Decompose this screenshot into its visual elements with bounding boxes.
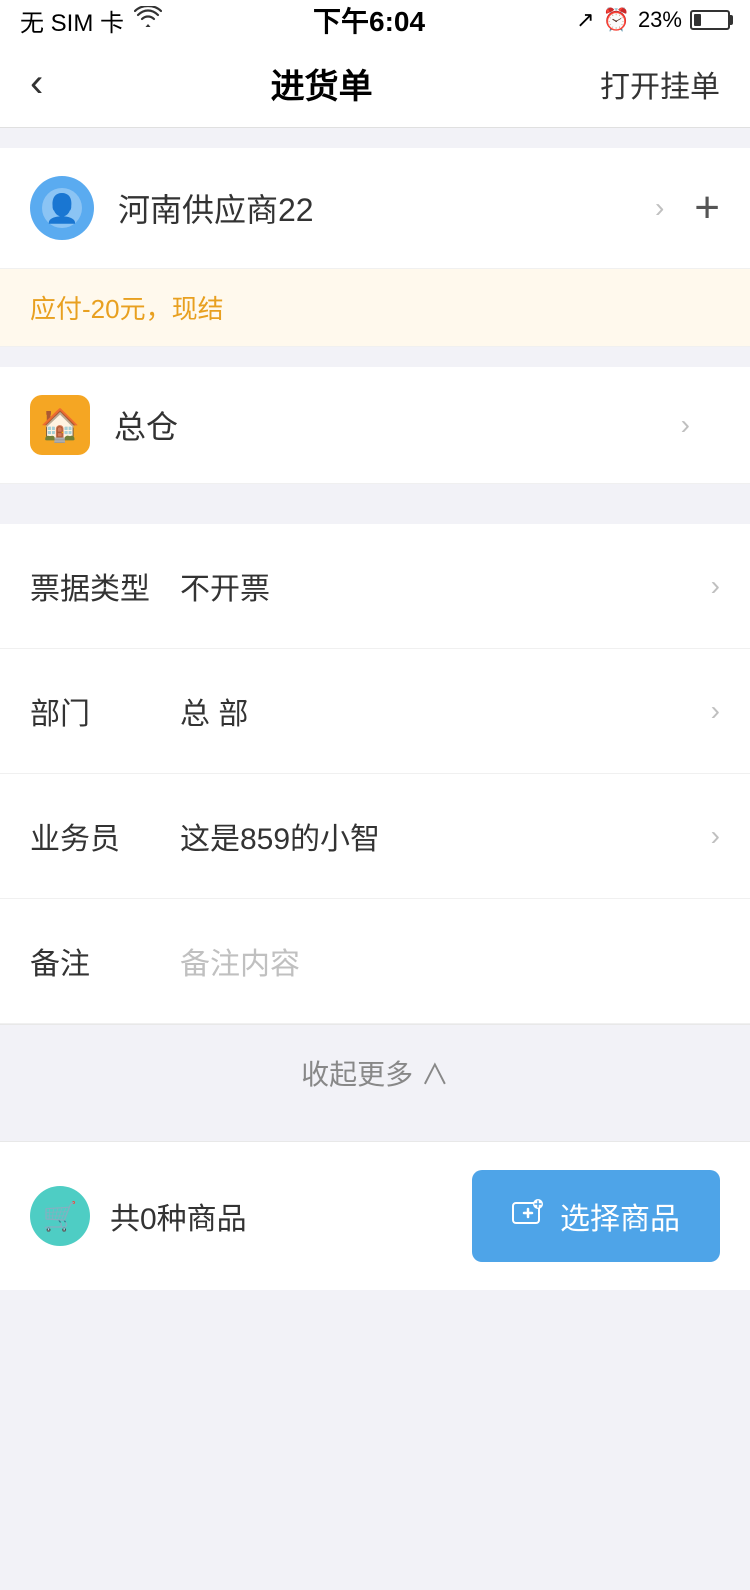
warehouse-section: 🏠 总仓 › — [0, 367, 750, 484]
department-chevron-icon: › — [711, 695, 720, 727]
salesperson-value: 这是859的小智 — [150, 814, 711, 858]
back-button[interactable]: ‹ — [30, 61, 43, 106]
invoice-type-row[interactable]: 票据类型 不开票 › — [0, 524, 750, 649]
open-pending-button[interactable]: 打开挂单 — [600, 62, 720, 106]
wifi-icon — [134, 6, 162, 35]
battery-percent: 23% — [638, 7, 682, 33]
remark-row[interactable]: 备注 备注内容 — [0, 899, 750, 1024]
warehouse-name: 总仓 — [114, 402, 681, 448]
status-indicators: ↗ ⏰ 23% — [576, 7, 730, 33]
products-info: 🛒 共0种商品 — [30, 1186, 247, 1246]
invoice-type-value: 不开票 — [150, 564, 711, 608]
supplier-avatar: 👤 — [30, 176, 94, 240]
products-count: 共0种商品 — [110, 1194, 247, 1238]
select-products-button[interactable]: 选择商品 — [472, 1170, 720, 1262]
department-label: 部门 — [30, 689, 150, 733]
form-section: 票据类型 不开票 › 部门 总 部 › 业务员 这是859的小智 › 备注 备注… — [0, 524, 750, 1024]
select-products-icon — [512, 1199, 544, 1234]
products-icon: 🛒 — [43, 1200, 78, 1233]
salesperson-label: 业务员 — [30, 814, 150, 858]
supplier-name: 河南供应商22 — [118, 185, 655, 231]
alarm-icon: ⏰ — [603, 7, 630, 33]
salesperson-row[interactable]: 业务员 这是859的小智 › — [0, 774, 750, 899]
status-carrier: 无 SIM 卡 — [20, 3, 162, 38]
warehouse-icon-wrap: 🏠 — [30, 395, 90, 455]
top-divider — [0, 128, 750, 148]
warehouse-row[interactable]: 🏠 总仓 › — [0, 367, 750, 484]
bottom-bar: 🛒 共0种商品 选择商品 — [0, 1141, 750, 1290]
products-icon-wrap: 🛒 — [30, 1186, 90, 1246]
collapse-button[interactable]: 收起更多 ∧ — [301, 1059, 449, 1090]
nav-bar: ‹ 进货单 打开挂单 — [0, 40, 750, 128]
remark-value[interactable]: 备注内容 — [150, 939, 720, 983]
remark-label: 备注 — [30, 939, 150, 983]
department-row[interactable]: 部门 总 部 › — [0, 649, 750, 774]
warehouse-icon: 🏠 — [40, 406, 80, 444]
supplier-section: 👤 河南供应商22 › + 应付-20元，现结 — [0, 148, 750, 347]
notice-banner: 应付-20元，现结 — [0, 269, 750, 347]
page-title: 进货单 — [271, 59, 373, 108]
collapse-section[interactable]: 收起更多 ∧ — [0, 1024, 750, 1121]
status-time: 下午6:04 — [313, 0, 425, 40]
invoice-type-label: 票据类型 — [30, 564, 150, 608]
person-icon: 👤 — [45, 192, 80, 225]
page-footer — [0, 1290, 750, 1590]
invoice-type-chevron-icon: › — [711, 570, 720, 602]
warehouse-chevron-icon: › — [681, 409, 690, 441]
select-products-label: 选择商品 — [560, 1194, 680, 1238]
add-supplier-button[interactable]: + — [694, 186, 720, 230]
notice-text: 应付-20元，现结 — [30, 294, 224, 324]
supplier-row[interactable]: 👤 河南供应商22 › + — [0, 148, 750, 269]
status-bar: 无 SIM 卡 下午6:04 ↗ ⏰ 23% — [0, 0, 750, 40]
mid-divider-2 — [0, 484, 750, 504]
salesperson-chevron-icon: › — [711, 820, 720, 852]
mid-divider-1 — [0, 347, 750, 367]
location-icon: ↗ — [576, 7, 594, 33]
department-value: 总 部 — [150, 689, 711, 733]
carrier-text: 无 SIM 卡 — [20, 3, 124, 38]
supplier-chevron-icon: › — [655, 192, 664, 224]
battery-icon — [690, 10, 730, 30]
